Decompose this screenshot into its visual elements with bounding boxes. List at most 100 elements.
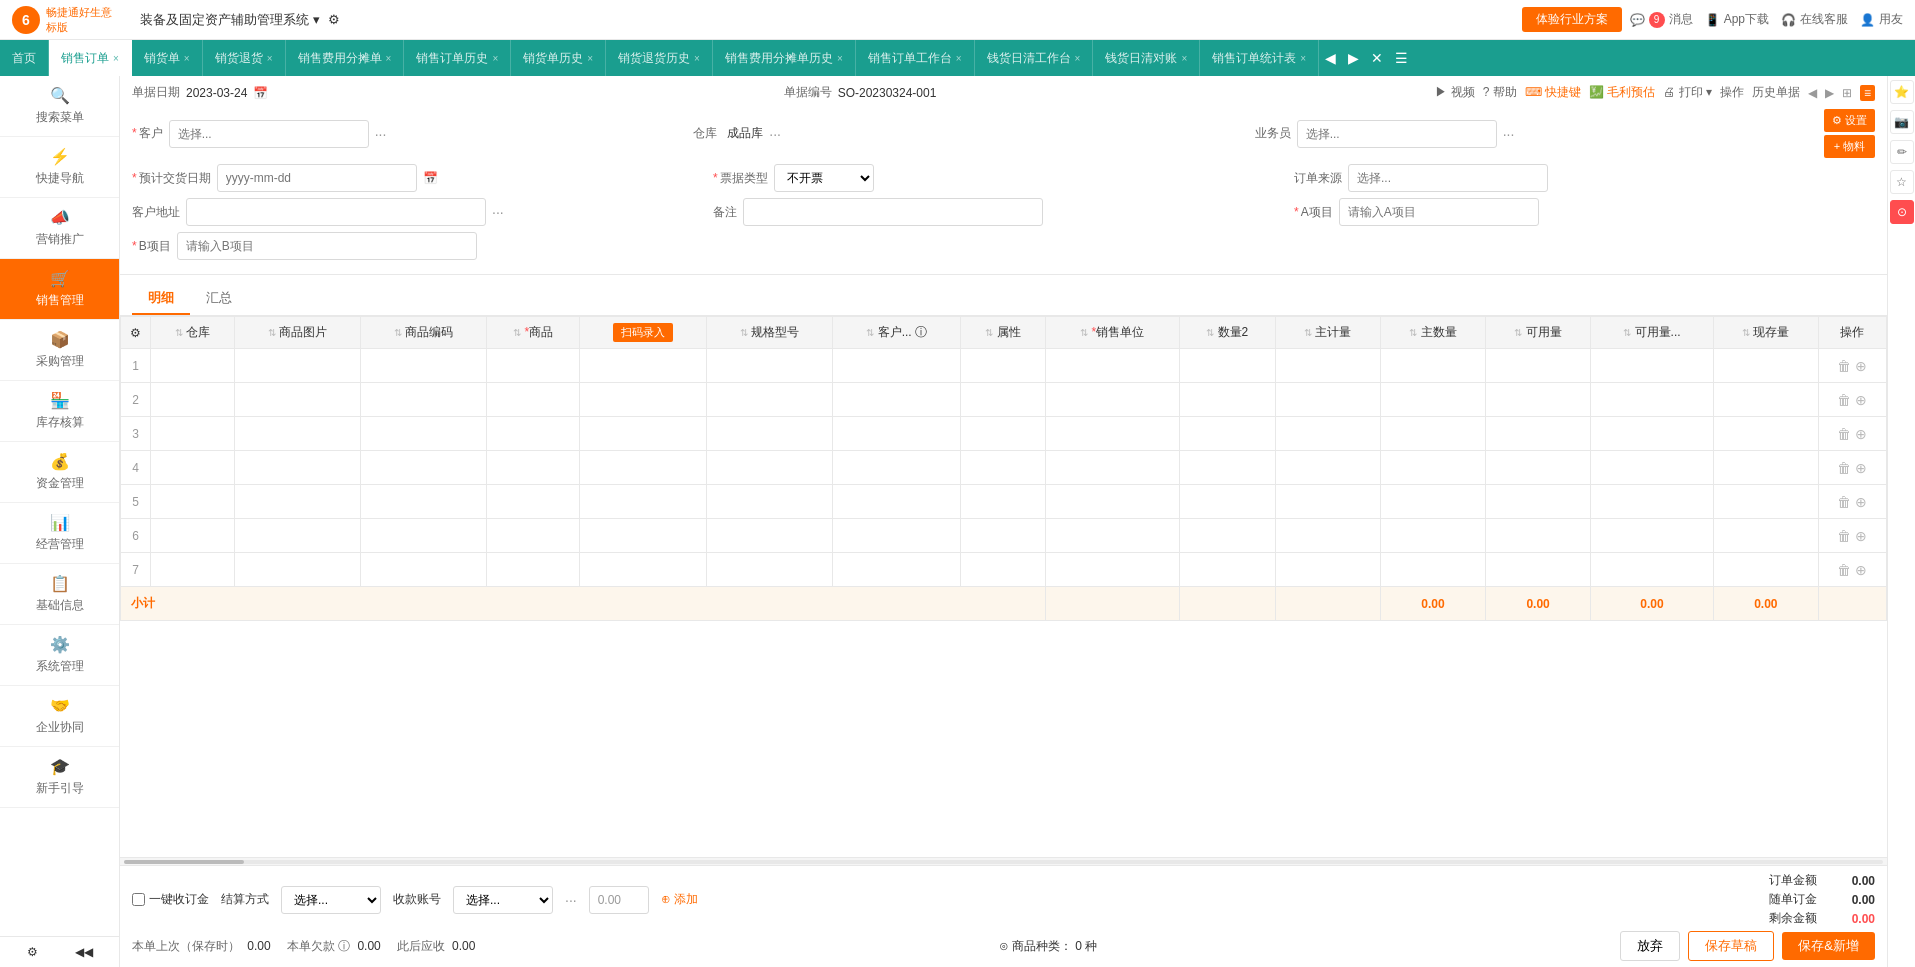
tab-daily-reconcile[interactable]: 钱货日清对账 × xyxy=(1093,40,1200,76)
table-cell[interactable] xyxy=(1591,417,1714,451)
table-cell[interactable] xyxy=(1045,417,1179,451)
col-available2[interactable]: ⇅ 可用量... xyxy=(1591,317,1714,349)
close-icon[interactable]: × xyxy=(837,53,843,64)
table-cell[interactable] xyxy=(1045,349,1179,383)
table-cell[interactable] xyxy=(833,553,961,587)
table-cell[interactable] xyxy=(487,451,579,485)
sidebar-settings-icon[interactable]: ⚙ xyxy=(27,945,38,959)
table-cell[interactable] xyxy=(961,417,1045,451)
close-icon[interactable]: × xyxy=(184,53,190,64)
table-cell[interactable] xyxy=(1045,519,1179,553)
horizontal-scrollbar[interactable] xyxy=(120,857,1887,865)
table-cell[interactable] xyxy=(235,485,361,519)
payment-method-select[interactable]: 选择... xyxy=(281,886,381,914)
table-cell[interactable] xyxy=(1380,553,1485,587)
close-icon[interactable]: × xyxy=(1075,53,1081,64)
grid-view-icon[interactable]: ⊞ xyxy=(1842,86,1852,100)
close-icon[interactable]: × xyxy=(1181,53,1187,64)
scan-button[interactable]: 扫码录入 xyxy=(613,323,673,342)
table-cell[interactable] xyxy=(235,383,361,417)
table-cell[interactable] xyxy=(1179,383,1275,417)
sidebar-item-marketing[interactable]: 📣 营销推广 xyxy=(0,198,119,259)
table-cell[interactable] xyxy=(361,417,487,451)
table-cell[interactable] xyxy=(706,383,832,417)
a-project-input[interactable] xyxy=(1339,198,1539,226)
table-cell[interactable] xyxy=(1179,553,1275,587)
amount-input[interactable] xyxy=(589,886,649,914)
tab-sales-invoice[interactable]: 销货单 × xyxy=(132,40,203,76)
user-avatar[interactable]: 👤 用友 xyxy=(1860,11,1903,28)
table-cell[interactable] xyxy=(1713,451,1818,485)
tab-sales-expense[interactable]: 销售费用分摊单 × xyxy=(286,40,405,76)
table-cell[interactable] xyxy=(579,553,706,587)
table-cell[interactable] xyxy=(833,417,961,451)
tab-scroll-left[interactable]: ◀ xyxy=(1319,40,1342,76)
col-stock[interactable]: ⇅ 现存量 xyxy=(1713,317,1818,349)
panel-icon-5[interactable]: ⊙ xyxy=(1890,200,1914,224)
print-btn[interactable]: 🖨 打印 ▾ xyxy=(1663,84,1712,101)
warehouse-more-icon[interactable]: ··· xyxy=(769,126,781,142)
sidebar-item-sales[interactable]: 🛒 销售管理 xyxy=(0,259,119,320)
discard-button[interactable]: 放弃 xyxy=(1620,931,1680,961)
b-project-input[interactable] xyxy=(177,232,477,260)
close-icon[interactable]: × xyxy=(694,53,700,64)
tab-return-history[interactable]: 销货退货历史 × xyxy=(606,40,713,76)
table-cell[interactable] xyxy=(151,349,235,383)
table-cell[interactable] xyxy=(1045,383,1179,417)
table-cell[interactable] xyxy=(833,485,961,519)
tab-daily-clear-workbench[interactable]: 钱货日清工作台 × xyxy=(975,40,1094,76)
col-main-qty[interactable]: ⇅ 主数量 xyxy=(1380,317,1485,349)
table-cell[interactable] xyxy=(361,519,487,553)
close-icon[interactable]: × xyxy=(267,53,273,64)
tab-invoice-history[interactable]: 销货单历史 × xyxy=(511,40,606,76)
panel-icon-3[interactable]: ✏ xyxy=(1890,140,1914,164)
sidebar-item-purchase[interactable]: 📦 采购管理 xyxy=(0,320,119,381)
list-view-icon[interactable]: ≡ xyxy=(1860,85,1875,101)
table-cell[interactable] xyxy=(1045,485,1179,519)
close-icon[interactable]: × xyxy=(587,53,593,64)
table-cell[interactable] xyxy=(1591,553,1714,587)
sidebar-item-operations[interactable]: 📊 经营管理 xyxy=(0,503,119,564)
close-icon[interactable]: × xyxy=(386,53,392,64)
table-cell[interactable] xyxy=(487,349,579,383)
table-cell[interactable] xyxy=(706,553,832,587)
table-cell[interactable] xyxy=(361,485,487,519)
table-cell[interactable] xyxy=(1275,485,1380,519)
table-cell[interactable] xyxy=(1486,451,1591,485)
settings-side-btn[interactable]: ⚙ 设置 xyxy=(1824,109,1875,132)
table-cell[interactable] xyxy=(235,519,361,553)
table-cell[interactable] xyxy=(1275,349,1380,383)
sidebar-item-guide[interactable]: 🎓 新手引导 xyxy=(0,747,119,808)
table-cell[interactable] xyxy=(151,485,235,519)
col-product[interactable]: ⇅ *商品 xyxy=(487,317,579,349)
table-cell[interactable] xyxy=(151,383,235,417)
table-cell[interactable] xyxy=(235,349,361,383)
tab-summary[interactable]: 汇总 xyxy=(190,283,248,315)
table-cell[interactable] xyxy=(1591,349,1714,383)
table-cell[interactable] xyxy=(961,383,1045,417)
col-scan[interactable]: 扫码录入 xyxy=(579,317,706,349)
scrollbar-track[interactable] xyxy=(124,860,1883,864)
table-cell[interactable] xyxy=(1713,485,1818,519)
tab-detail[interactable]: 明细 xyxy=(132,283,190,315)
invoice-select[interactable]: 不开票 xyxy=(774,164,874,192)
table-cell[interactable] xyxy=(1275,553,1380,587)
table-cell[interactable] xyxy=(1486,349,1591,383)
table-cell[interactable] xyxy=(579,519,706,553)
table-cell[interactable] xyxy=(833,519,961,553)
table-cell[interactable] xyxy=(1179,485,1275,519)
copy-icon[interactable]: ⊕ xyxy=(1855,528,1867,544)
sidebar-item-system[interactable]: ⚙️ 系统管理 xyxy=(0,625,119,686)
table-cell[interactable] xyxy=(961,451,1045,485)
tab-home[interactable]: 首页 xyxy=(0,40,49,76)
customer-more-icon[interactable]: ··· xyxy=(375,126,387,142)
scrollbar-thumb[interactable] xyxy=(124,860,244,864)
col-unit[interactable]: ⇅ *销售单位 xyxy=(1045,317,1179,349)
col-attr[interactable]: ⇅ 属性 xyxy=(961,317,1045,349)
table-cell[interactable] xyxy=(706,519,832,553)
copy-icon[interactable]: ⊕ xyxy=(1855,562,1867,578)
message-button[interactable]: 💬 9 消息 xyxy=(1630,11,1693,28)
sidebar-item-shortcuts[interactable]: ⚡ 快捷导航 xyxy=(0,137,119,198)
table-cell[interactable] xyxy=(1486,383,1591,417)
col-spec[interactable]: ⇅ 规格型号 xyxy=(706,317,832,349)
